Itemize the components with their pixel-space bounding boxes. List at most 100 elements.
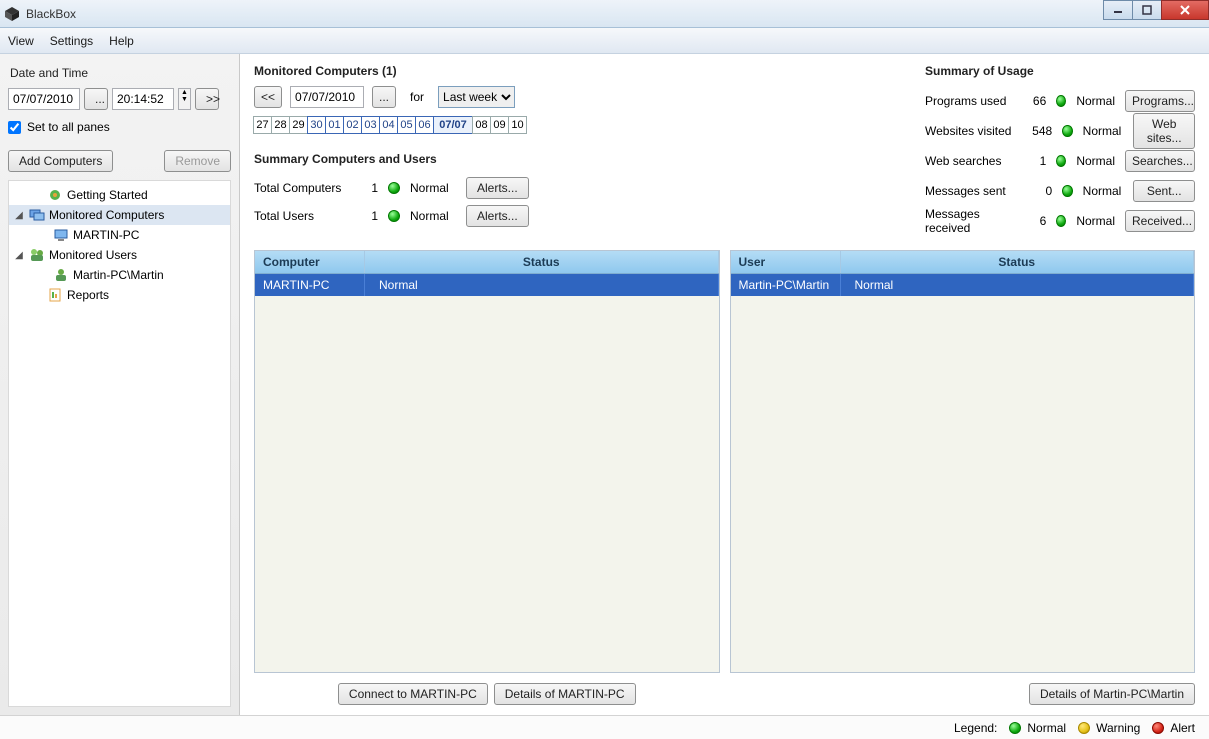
tree-label: MARTIN-PC [73,228,139,242]
usage-button[interactable]: Programs... [1125,90,1195,112]
calendar-day[interactable]: 06 [415,116,434,134]
col-user[interactable]: User [731,251,841,273]
status-dot-icon [1056,95,1066,107]
usage-count: 66 [1024,94,1047,108]
calendar-day[interactable]: 01 [325,116,344,134]
calendar-day[interactable]: 05 [397,116,416,134]
user-name: Martin-PC\Martin [731,274,841,296]
col-computer[interactable]: Computer [255,251,365,273]
date-browse-button[interactable]: ... [84,88,108,110]
time-spinner[interactable]: ▲▼ [178,88,191,110]
tree-martin-pc[interactable]: MARTIN-PC [9,225,230,245]
user-icon [53,267,69,283]
status-text: Normal [410,209,456,223]
for-label: for [410,90,424,104]
usage-button[interactable]: Sent... [1133,180,1195,202]
summary-heading: Summary Computers and Users [254,152,925,166]
usage-status: Normal [1076,154,1115,168]
usage-status: Normal [1083,184,1124,198]
usage-label: Messages received [925,207,1014,235]
status-dot-icon [1009,722,1021,734]
content-area: Monitored Computers (1) << ... for Last … [240,54,1209,715]
usage-status: Normal [1076,214,1115,228]
status-dot-icon [388,210,400,222]
col-status[interactable]: Status [841,251,1195,273]
tree-label: Martin-PC\Martin [73,268,164,282]
tree-monitored-computers[interactable]: ◢ Monitored Computers [9,205,230,225]
usage-label: Programs used [925,94,1014,108]
date-range-select[interactable]: Last week [438,86,515,108]
remove-button[interactable]: Remove [164,150,231,172]
usage-count: 0 [1028,184,1052,198]
calendar-day[interactable]: 08 [472,116,491,134]
add-computers-button[interactable]: Add Computers [8,150,113,172]
tree-label: Getting Started [67,188,148,202]
col-status[interactable]: Status [365,251,719,273]
user-details-button[interactable]: Details of Martin-PC\Martin [1029,683,1195,705]
forward-button[interactable]: >> [195,88,219,110]
star-icon [47,187,63,203]
usage-row: Messages sent 0 Normal Sent... [925,176,1195,206]
tree-getting-started[interactable]: Getting Started [9,185,230,205]
connect-button[interactable]: Connect to MARTIN-PC [338,683,488,705]
computers-table: Computer Status MARTIN-PC Normal [254,250,720,673]
usage-count: 6 [1024,214,1047,228]
total-users-count: 1 [364,209,378,223]
time-input[interactable] [112,88,174,110]
date-prev-button[interactable]: << [254,86,282,108]
main-date-browse-button[interactable]: ... [372,86,396,108]
minimize-button[interactable] [1103,0,1133,20]
date-input[interactable] [8,88,80,110]
title-bar: BlackBox [0,0,1209,28]
usage-row: Websites visited548NormalWeb sites... [925,116,1195,146]
calendar-day[interactable]: 07/07 [433,116,473,134]
calendar-day[interactable]: 04 [379,116,398,134]
app-icon [4,6,20,22]
calendar-day[interactable]: 10 [508,116,527,134]
warning-dot-icon [1078,722,1090,734]
menu-settings[interactable]: Settings [50,34,93,48]
computers-alerts-button[interactable]: Alerts... [466,177,529,199]
usage-row: Web searches1NormalSearches... [925,146,1195,176]
usage-label: Web searches [925,154,1014,168]
table-row[interactable]: Martin-PC\Martin Normal [731,274,1195,296]
menu-help[interactable]: Help [109,34,134,48]
tree-reports[interactable]: Reports [9,285,230,305]
set-all-panes-input[interactable] [8,121,21,134]
calendar-day[interactable]: 09 [490,116,509,134]
close-button[interactable] [1161,0,1209,20]
calendar-day[interactable]: 29 [289,116,308,134]
datetime-label: Date and Time [10,66,229,80]
tree-monitored-users[interactable]: ◢ Monitored Users [9,245,230,265]
total-computers-label: Total Computers [254,181,354,195]
calendar-day[interactable]: 03 [361,116,380,134]
legend-alert: Alert [1170,721,1195,735]
calendar-day[interactable]: 27 [253,116,272,134]
usage-button[interactable]: Searches... [1125,150,1195,172]
users-alerts-button[interactable]: Alerts... [466,205,529,227]
usage-status: Normal [1083,124,1124,138]
tree-label: Monitored Computers [49,208,164,222]
status-dot-icon [1062,185,1072,197]
set-all-panes-checkbox[interactable]: Set to all panes [8,120,231,134]
usage-button[interactable]: Received... [1125,210,1195,232]
main-date-input[interactable] [290,86,364,108]
set-all-panes-label: Set to all panes [27,120,110,134]
nav-tree: Getting Started ◢ Monitored Computers MA… [8,180,231,707]
window-controls [1104,0,1209,20]
tree-label: Monitored Users [49,248,137,262]
calendar-day[interactable]: 28 [271,116,290,134]
computer-details-button[interactable]: Details of MARTIN-PC [494,683,636,705]
table-row[interactable]: MARTIN-PC Normal [255,274,719,296]
menu-view[interactable]: View [8,34,34,48]
computer-status: Normal [379,278,418,292]
usage-label: Messages sent [925,184,1018,198]
total-computers-count: 1 [364,181,378,195]
calendar-day[interactable]: 02 [343,116,362,134]
user-status: Normal [855,278,894,292]
status-text: Normal [410,181,456,195]
maximize-button[interactable] [1132,0,1162,20]
calendar-day[interactable]: 30 [307,116,326,134]
usage-button[interactable]: Web sites... [1133,113,1195,149]
tree-martin-user[interactable]: Martin-PC\Martin [9,265,230,285]
